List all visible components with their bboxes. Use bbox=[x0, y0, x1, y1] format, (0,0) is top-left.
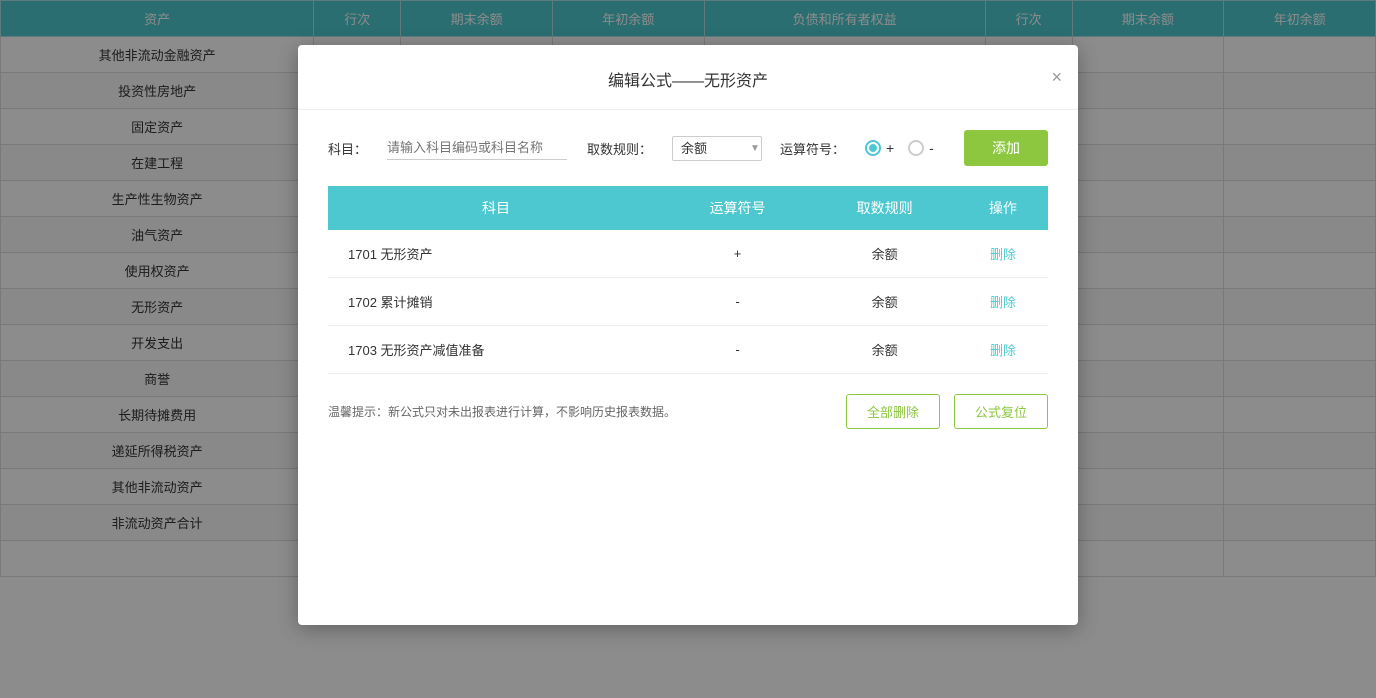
col-operator: 运算符号 bbox=[664, 186, 811, 230]
operator-label: 运算符号： bbox=[780, 139, 845, 158]
subject-label: 科目： bbox=[328, 139, 367, 158]
delete-row-button[interactable]: 删除 bbox=[990, 247, 1016, 262]
cell-subject: 1701 无形资产 bbox=[328, 230, 664, 278]
delete-row-button[interactable]: 删除 bbox=[990, 295, 1016, 310]
table-row: 1702 累计摊销-余额 删除 bbox=[328, 278, 1048, 326]
rule-label: 取数规则： bbox=[587, 139, 652, 158]
cell-subject: 1703 无形资产减值准备 bbox=[328, 326, 664, 374]
delete-all-button[interactable]: 全部删除 bbox=[846, 394, 940, 429]
cell-subject: 1702 累计摊销 bbox=[328, 278, 664, 326]
cell-action: 删除 bbox=[958, 326, 1048, 374]
modal-close-button[interactable]: × bbox=[1051, 68, 1062, 86]
cell-operator: + bbox=[664, 230, 811, 278]
modal-overlay: 编辑公式——无形资产 × 科目： 取数规则： 余额 借方 贷方 借方发生额 贷方… bbox=[0, 0, 1376, 698]
cell-rule: 余额 bbox=[811, 326, 958, 374]
add-button[interactable]: 添加 bbox=[964, 130, 1048, 166]
modal-dialog: 编辑公式——无形资产 × 科目： 取数规则： 余额 借方 贷方 借方发生额 贷方… bbox=[298, 45, 1078, 625]
modal-title: 编辑公式——无形资产 bbox=[608, 73, 768, 90]
cell-action: 删除 bbox=[958, 278, 1048, 326]
col-rule: 取数规则 bbox=[811, 186, 958, 230]
delete-row-button[interactable]: 删除 bbox=[990, 343, 1016, 358]
cell-operator: - bbox=[664, 326, 811, 374]
operator-minus-circle bbox=[908, 140, 924, 156]
col-action: 操作 bbox=[958, 186, 1048, 230]
rule-select[interactable]: 余额 借方 贷方 借方发生额 贷方发生额 bbox=[672, 136, 762, 161]
footer-buttons: 全部删除 公式复位 bbox=[846, 394, 1048, 429]
rule-select-wrap: 余额 借方 贷方 借方发生额 贷方发生额 ▼ bbox=[672, 136, 760, 161]
cell-rule: 余额 bbox=[811, 278, 958, 326]
subject-input[interactable] bbox=[387, 136, 567, 160]
modal-footer: 温馨提示：新公式只对未出报表进行计算，不影响历史报表数据。 全部删除 公式复位 bbox=[298, 374, 1078, 439]
data-table-wrap: 科目 运算符号 取数规则 操作 1701 无形资产+余额删除1702 累计摊销-… bbox=[298, 186, 1078, 374]
operator-plus-circle bbox=[865, 140, 881, 156]
col-subject: 科目 bbox=[328, 186, 664, 230]
cell-rule: 余额 bbox=[811, 230, 958, 278]
footer-tip: 温馨提示：新公式只对未出报表进行计算，不影响历史报表数据。 bbox=[328, 403, 676, 420]
reset-formula-button[interactable]: 公式复位 bbox=[954, 394, 1048, 429]
table-row: 1703 无形资产减值准备-余额 删除 bbox=[328, 326, 1048, 374]
operator-minus-label: - bbox=[929, 140, 934, 156]
operator-plus-label: + bbox=[886, 140, 894, 156]
operator-plus-radio[interactable]: + bbox=[865, 140, 894, 156]
table-row: 1701 无形资产+余额 删除 bbox=[328, 230, 1048, 278]
formula-table: 科目 运算符号 取数规则 操作 1701 无形资产+余额删除1702 累计摊销-… bbox=[328, 186, 1048, 374]
cell-operator: - bbox=[664, 278, 811, 326]
operator-minus-radio[interactable]: - bbox=[908, 140, 934, 156]
operator-radio-group: + - bbox=[865, 140, 934, 156]
form-row: 科目： 取数规则： 余额 借方 贷方 借方发生额 贷方发生额 ▼ 运算符号： + bbox=[298, 110, 1078, 186]
modal-header: 编辑公式——无形资产 × bbox=[298, 45, 1078, 110]
cell-action: 删除 bbox=[958, 230, 1048, 278]
